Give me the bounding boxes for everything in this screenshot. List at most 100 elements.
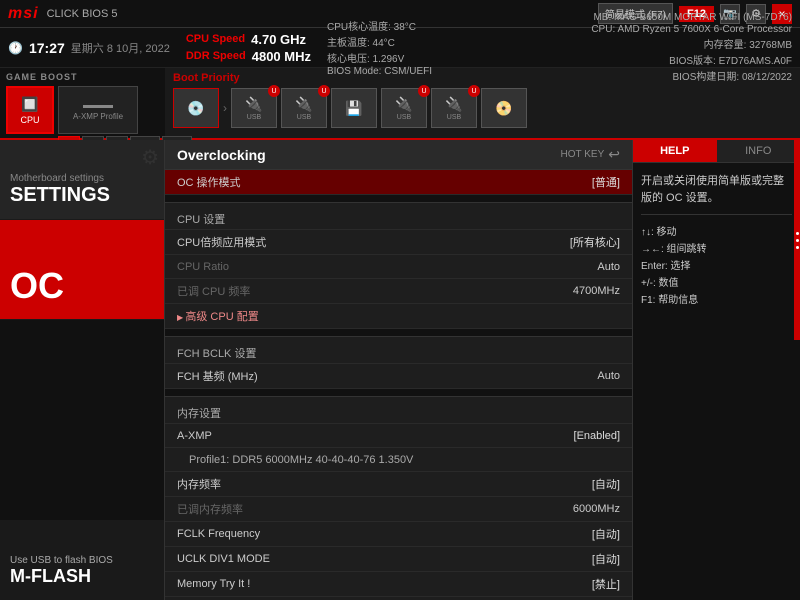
fclk-row[interactable]: FCLK Frequency [自动] <box>165 522 632 547</box>
fclk-value: [自动] <box>592 526 620 542</box>
uclk-row[interactable]: UCLK DIV1 MODE [自动] <box>165 547 632 572</box>
boot-device-disc[interactable]: 📀 <box>481 88 527 128</box>
game-boost-section: GAME BOOST 🔲 CPU ▬▬▬ A-XMP Profile 1 2 3… <box>0 68 165 138</box>
boot-priority-section: Boot Priority 💿 › 🔌 USB U 🔌 USB U 💾 🔌 US… <box>165 68 800 138</box>
hdd-icon: 💾 <box>345 100 362 117</box>
sidebar-item-oc[interactable]: OC <box>0 220 164 320</box>
axmp-profile-label: Profile1: DDR5 6000MHz 40-40-40-76 1.350… <box>177 454 413 466</box>
current-date: 星期六 8 10月, 2022 <box>71 40 170 56</box>
shortcut-f1: F1: 帮助信息 <box>641 291 792 306</box>
edge-dot-2 <box>796 239 799 242</box>
boost-boot-bar: GAME BOOST 🔲 CPU ▬▬▬ A-XMP Profile 1 2 3… <box>0 68 800 140</box>
game-boost-cpu-button[interactable]: 🔲 CPU <box>6 86 54 134</box>
mflash-big-label: M-FLASH <box>10 566 91 587</box>
oc-label: OC <box>10 265 64 307</box>
time-block: 🕐 17:27 星期六 8 10月, 2022 <box>8 40 170 56</box>
divider-2 <box>165 329 632 337</box>
cpu-speed-value: 4.70 GHz <box>251 32 306 47</box>
usb-icon-3: 🔌 <box>395 96 412 113</box>
usb-label-4: USB <box>447 114 461 121</box>
memory-try-value: [禁止] <box>592 576 620 592</box>
right-panel-edge <box>794 140 800 340</box>
memory-try-label: Memory Try It ! <box>177 578 250 590</box>
help-text: 开启或关闭使用简单版或完整版的 OC 设置。 <box>641 173 792 206</box>
cpu-icon: 🔲 <box>21 96 38 113</box>
oc-section: OC 操作模式 [普通] CPU 设置 CPU倍频应用模式 [所有核心] CPU… <box>165 170 632 600</box>
core-voltage: 核心电压: 1.296V <box>327 50 432 65</box>
axmp-value: [Enabled] <box>574 430 620 442</box>
mb-temp: 主板温度: 44°C <box>327 34 432 49</box>
hot-key-area: HOT KEY ↩ <box>561 146 620 163</box>
ddr-speed-label: DDR Speed <box>186 50 246 62</box>
divider-3 <box>165 389 632 397</box>
oc-mode-row[interactable]: OC 操作模式 [普通] <box>165 170 632 195</box>
cpu-freq-value: 4700MHz <box>573 285 620 297</box>
right-panel: HELP INFO 开启或关闭使用简单版或完整版的 OC 设置。 ↑↓: 移动 … <box>632 140 800 600</box>
boot-device-usb2[interactable]: 🔌 USB U <box>281 88 327 128</box>
shortcut-value-key: +/-: 数值 <box>641 274 701 289</box>
center-panel: Overclocking HOT KEY ↩ OC 操作模式 [普通] CPU … <box>165 140 632 600</box>
boot-arrow-1: › <box>223 101 227 115</box>
edge-dot-1 <box>796 232 799 235</box>
memory-freq-label: 内存频率 <box>177 476 221 492</box>
fch-freq-row[interactable]: FCH 基频 (MHz) Auto <box>165 364 632 389</box>
fch-freq-value: Auto <box>597 370 620 382</box>
memory-freq-row[interactable]: 内存频率 [自动] <box>165 472 632 497</box>
memory-try-row[interactable]: Memory Try It ! [禁止] <box>165 572 632 597</box>
help-info-tabs: HELP INFO <box>633 140 800 163</box>
fclk-label: FCLK Frequency <box>177 528 260 540</box>
cpu-model: CPU: AMD Ryzen 5 7600X 6-Core Processor <box>591 24 792 35</box>
sidebar: ⚙ Motherboard settings SETTINGS OC Use U… <box>0 140 165 600</box>
memory-actual-freq-value: 6000MHz <box>573 503 620 515</box>
dvd-icon: 💿 <box>187 100 204 117</box>
usb-icon-2: 🔌 <box>295 96 312 113</box>
fch-section-label: FCH BCLK 设置 <box>177 345 256 361</box>
uclk-value: [自动] <box>592 551 620 567</box>
boot-priority-label: Boot Priority <box>173 72 792 84</box>
sidebar-item-mflash[interactable]: Use USB to flash BIOS M-FLASH <box>0 520 164 600</box>
cpu-ratio-mode-label: CPU倍频应用模式 <box>177 234 266 250</box>
oc-header: Overclocking HOT KEY ↩ <box>165 140 632 170</box>
boot-device-dvd[interactable]: 💿 <box>173 88 219 128</box>
boot-device-usb4[interactable]: 🔌 USB U <box>431 88 477 128</box>
cpu-speeds: CPU Speed 4.70 GHz DDR Speed 4800 MHz <box>186 32 311 64</box>
cpu-label: CPU <box>20 115 39 125</box>
cpu-ratio-label: CPU Ratio <box>177 261 229 273</box>
memory-section-label: 内存设置 <box>177 405 221 421</box>
boot-device-usb1[interactable]: 🔌 USB U <box>231 88 277 128</box>
usb-icon-4: 🔌 <box>445 96 462 113</box>
bios-title: CLICK BIOS 5 <box>47 8 118 20</box>
help-shortcuts: ↑↓: 移动 →←: 组间跳转 Enter: 选择 +/-: 数值 F1: 帮助… <box>641 223 792 306</box>
cpu-ratio-row[interactable]: CPU Ratio Auto <box>165 255 632 279</box>
cpu-freq-label: 已调 CPU 频率 <box>177 283 250 299</box>
advanced-cpu-label: 高级 CPU 配置 <box>177 308 259 324</box>
settings-small-label: Motherboard settings <box>10 173 104 184</box>
shortcut-value: +/-: 数值 <box>641 274 792 289</box>
shortcut-move-key: ↑↓: 移动 <box>641 223 701 238</box>
shortcut-f1-key: F1: 帮助信息 <box>641 291 701 306</box>
cpu-ratio-value: Auto <box>597 261 620 273</box>
advanced-cpu-row[interactable]: 高级 CPU 配置 <box>165 304 632 329</box>
memory-section-header: 内存设置 <box>165 397 632 424</box>
ddr-speed-row: DDR Speed 4800 MHz <box>186 49 311 64</box>
cpu-section-header: CPU 设置 <box>165 203 632 230</box>
boot-device-hdd[interactable]: 💾 <box>331 88 377 128</box>
usb-label-2: USB <box>297 114 311 121</box>
info-tab[interactable]: INFO <box>717 140 800 162</box>
cpu-section-label: CPU 设置 <box>177 211 225 227</box>
hot-key-icon[interactable]: ↩ <box>608 146 620 163</box>
xmp-label: A-XMP Profile <box>73 112 123 121</box>
bios-version: BIOS版本: E7D76AMS.A0F <box>591 52 792 67</box>
cpu-ratio-mode-row[interactable]: CPU倍频应用模式 [所有核心] <box>165 230 632 255</box>
boot-device-usb3[interactable]: 🔌 USB U <box>381 88 427 128</box>
shortcut-enter: Enter: 选择 <box>641 257 792 272</box>
sidebar-item-settings[interactable]: ⚙ Motherboard settings SETTINGS <box>0 140 164 220</box>
usb-label-1: USB <box>247 114 261 121</box>
help-tab[interactable]: HELP <box>633 140 717 162</box>
axmp-profile-button[interactable]: ▬▬▬ A-XMP Profile <box>58 86 138 134</box>
usb-badge-3: U <box>418 85 430 97</box>
memory-capacity: 内存容量: 32768MB <box>591 36 792 51</box>
main-content: ⚙ Motherboard settings SETTINGS OC Use U… <box>0 140 800 600</box>
axmp-row[interactable]: A-XMP [Enabled] <box>165 424 632 448</box>
shortcut-jump: →←: 组间跳转 <box>641 240 792 255</box>
